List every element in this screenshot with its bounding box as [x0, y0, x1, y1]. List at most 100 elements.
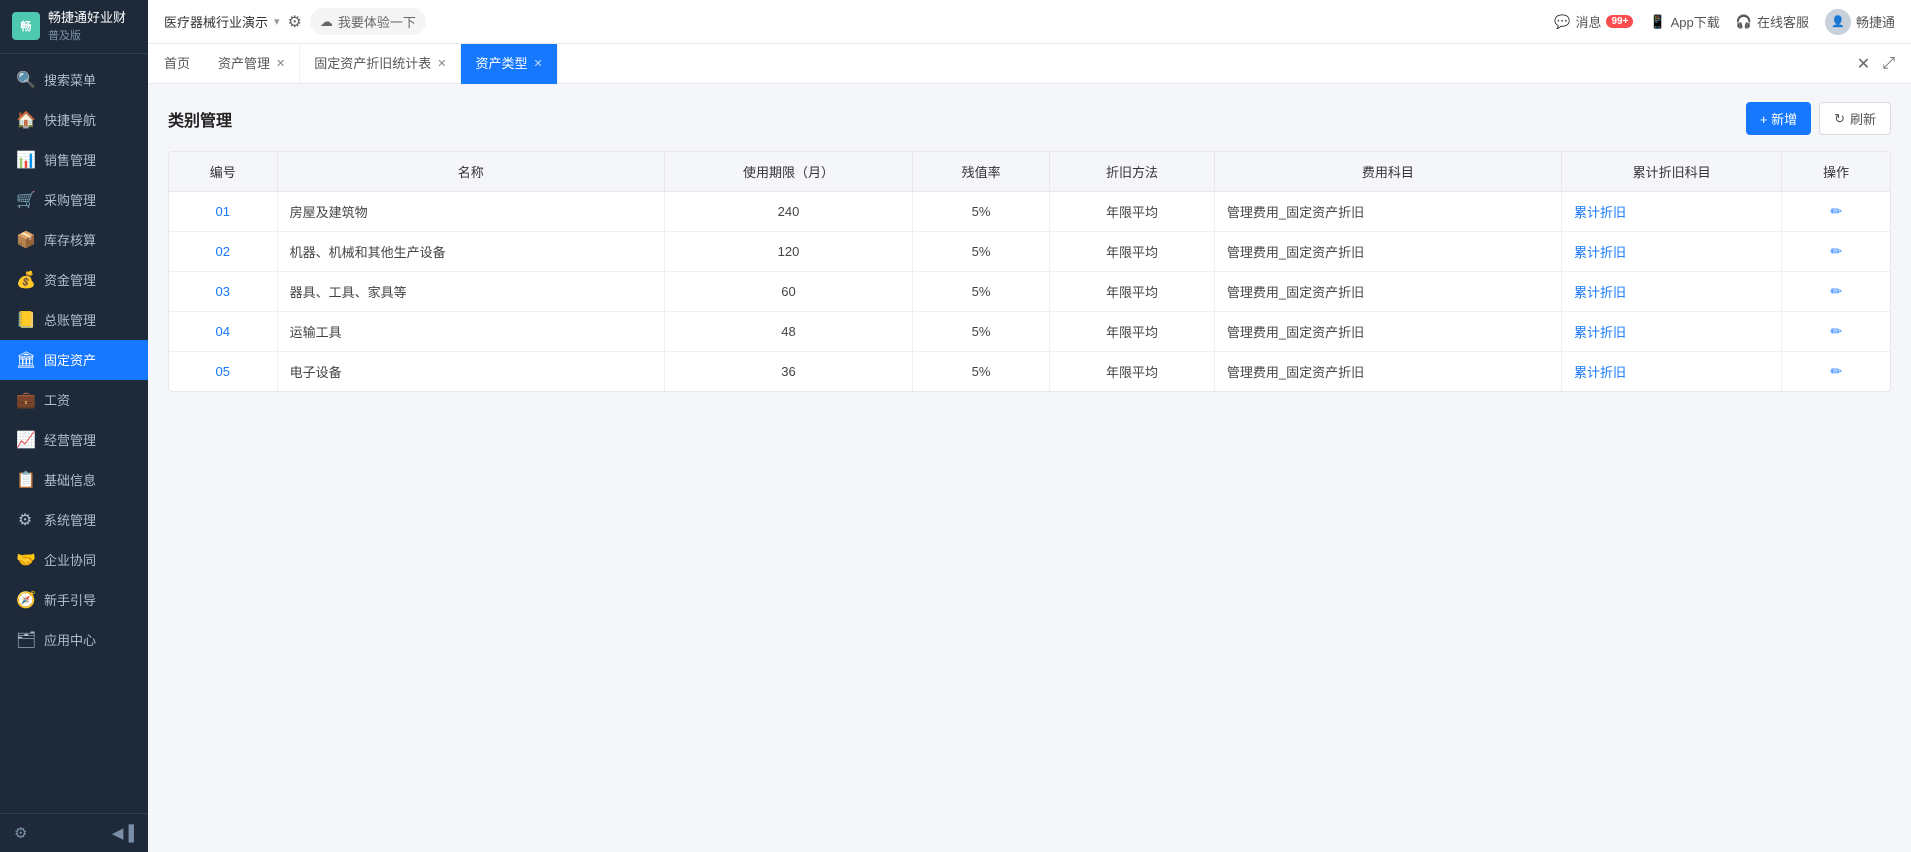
tab-close-all-icon[interactable]: ✕: [1857, 54, 1870, 74]
topbar-left: 医疗器械行业演示 ▾ ⚙ ☁ 我要体验一下: [164, 8, 1542, 35]
cell-period: 240: [664, 192, 912, 232]
edit-icon[interactable]: ✏: [1830, 243, 1842, 259]
sidebar-item-label: 基础信息: [44, 470, 96, 489]
settings-icon[interactable]: ⚙: [14, 824, 27, 842]
company-selector[interactable]: 医疗器械行业演示 ▾: [164, 12, 280, 31]
cell-expense: 管理费用_固定资产折旧: [1214, 312, 1561, 352]
user-menu[interactable]: 👤 畅捷通: [1825, 9, 1895, 35]
cell-action: ✏: [1782, 272, 1890, 312]
cloud-icon: ☁: [320, 14, 333, 30]
system-icon: ⚙: [16, 510, 34, 530]
sidebar-item-label: 经营管理: [44, 430, 96, 449]
cell-id: 03: [169, 272, 277, 312]
message-btn[interactable]: 💬 消息 99+: [1554, 12, 1633, 31]
app-logo: 畅: [12, 12, 40, 40]
sidebar-item-basic-info[interactable]: 📋 基础信息: [0, 460, 148, 500]
cell-id: 02: [169, 232, 277, 272]
topbar-right: 💬 消息 99+ 📱 App下载 🎧 在线客服 👤 畅捷通: [1554, 9, 1895, 35]
sidebar-item-salary[interactable]: 💼工资: [0, 380, 148, 420]
edit-icon[interactable]: ✏: [1830, 283, 1842, 299]
sidebar-header: 畅 畅捷通好业财 普及版: [0, 0, 148, 54]
sidebar-item-search[interactable]: 🔍搜索菜单: [0, 60, 148, 100]
tabs-right-actions: ✕ ⤢: [1857, 54, 1911, 74]
cell-id: 01: [169, 192, 277, 232]
main-area: 医疗器械行业演示 ▾ ⚙ ☁ 我要体验一下 💬 消息 99+ 📱 App下载: [148, 0, 1911, 852]
sidebar-item-label: 销售管理: [44, 150, 96, 169]
edit-icon[interactable]: ✏: [1830, 363, 1842, 379]
tab-asset-mgmt-close[interactable]: ✕: [276, 44, 285, 84]
tab-asset-type-label: 资产类型: [475, 44, 527, 84]
company-name: 医疗器械行业演示: [164, 12, 268, 31]
table-row: 03 器具、工具、家具等 60 5% 年限平均 管理费用_固定资产折旧 累计折旧…: [169, 272, 1890, 312]
search-icon: 🔍: [16, 70, 34, 90]
sidebar-item-quick-nav[interactable]: 🏠快捷导航: [0, 100, 148, 140]
collapse-icon[interactable]: ◀▐: [112, 824, 134, 842]
cell-name: 机器、机械和其他生产设备: [277, 232, 664, 272]
tab-maximize-icon[interactable]: ⤢: [1882, 55, 1895, 73]
refresh-label: 刷新: [1850, 109, 1876, 128]
tab-asset-type[interactable]: 资产类型 ✕: [461, 44, 557, 84]
sidebar-item-label: 企业协同: [44, 550, 96, 569]
operations-icon: 📈: [16, 430, 34, 450]
edit-icon[interactable]: ✏: [1830, 203, 1842, 219]
app-download-btn[interactable]: 📱 App下载: [1649, 12, 1719, 31]
sidebar-item-guide[interactable]: 🧭新手引导: [0, 580, 148, 620]
cell-residual: 5%: [913, 192, 1050, 232]
sidebar-item-ledger[interactable]: 📒总账管理: [0, 300, 148, 340]
sidebar-item-operations[interactable]: 📈 经营管理: [0, 420, 148, 460]
cell-method: 年限平均: [1050, 312, 1215, 352]
tab-asset-mgmt[interactable]: 资产管理 ✕: [204, 44, 300, 84]
sidebar-item-enterprise[interactable]: 🤝 企业协同: [0, 540, 148, 580]
sidebar-item-capital[interactable]: 💰资金管理: [0, 260, 148, 300]
cell-period: 36: [664, 352, 912, 392]
app-edition: 普及版: [48, 27, 126, 43]
tab-depreciation-close[interactable]: ✕: [437, 44, 446, 84]
refresh-button[interactable]: ↻ 刷新: [1819, 102, 1891, 135]
cell-name: 器具、工具、家具等: [277, 272, 664, 312]
cell-id: 04: [169, 312, 277, 352]
tab-asset-mgmt-label: 资产管理: [218, 44, 270, 84]
edit-icon[interactable]: ✏: [1830, 323, 1842, 339]
topbar-settings-icon[interactable]: ⚙: [288, 12, 302, 32]
sidebar-item-label: 资金管理: [44, 270, 96, 289]
purchase-icon: 🛒: [16, 190, 34, 210]
enterprise-icon: 🤝: [16, 550, 34, 570]
cell-id: 05: [169, 352, 277, 392]
ledger-icon: 📒: [16, 310, 34, 330]
sidebar-item-label: 工资: [44, 390, 70, 409]
cell-accum: 累计折旧: [1561, 232, 1781, 272]
sidebar-item-purchase[interactable]: 🛒 采购管理: [0, 180, 148, 220]
experience-btn[interactable]: ☁ 我要体验一下: [310, 8, 426, 35]
topbar: 医疗器械行业演示 ▾ ⚙ ☁ 我要体验一下 💬 消息 99+ 📱 App下载: [148, 0, 1911, 44]
tab-home[interactable]: 首页: [164, 44, 204, 84]
table-container: 编号 名称 使用期限（月） 残值率 折旧方法 费用科目 累计折旧科目 操作 01…: [168, 151, 1891, 392]
sidebar-item-sales[interactable]: 📊销售管理: [0, 140, 148, 180]
table-row: 05 电子设备 36 5% 年限平均 管理费用_固定资产折旧 累计折旧 ✏: [169, 352, 1890, 392]
col-period: 使用期限（月）: [664, 152, 912, 192]
refresh-icon: ↻: [1834, 111, 1845, 127]
cell-name: 运输工具: [277, 312, 664, 352]
message-label: 消息: [1575, 12, 1601, 31]
tab-home-label: 首页: [164, 44, 190, 84]
tab-asset-type-close[interactable]: ✕: [534, 44, 543, 84]
mobile-icon: 📱: [1649, 14, 1665, 30]
cell-action: ✏: [1782, 312, 1890, 352]
sidebar-item-fixed-assets[interactable]: 🏛固定资产: [0, 340, 148, 380]
customer-service-btn[interactable]: 🎧 在线客服: [1736, 12, 1809, 31]
sidebar-item-inventory[interactable]: 📦库存核算: [0, 220, 148, 260]
basic-info-icon: 📋: [16, 470, 34, 490]
sidebar-item-app-center[interactable]: 🗂应用中心: [0, 620, 148, 660]
table-row: 01 房屋及建筑物 240 5% 年限平均 管理费用_固定资产折旧 累计折旧 ✏: [169, 192, 1890, 232]
tab-depreciation[interactable]: 固定资产折旧统计表 ✕: [300, 44, 461, 84]
col-id: 编号: [169, 152, 277, 192]
company-arrow-icon: ▾: [274, 15, 280, 28]
cell-accum: 累计折旧: [1561, 352, 1781, 392]
cell-residual: 5%: [913, 352, 1050, 392]
sidebar-item-label: 快捷导航: [44, 110, 96, 129]
new-button[interactable]: + 新增: [1746, 102, 1811, 135]
avatar: 👤: [1825, 9, 1851, 35]
sidebar-item-label: 采购管理: [44, 190, 96, 209]
sidebar-item-system[interactable]: ⚙系统管理: [0, 500, 148, 540]
app-download-label: App下载: [1671, 12, 1720, 31]
tabs-bar: 首页 资产管理 ✕ 固定资产折旧统计表 ✕ 资产类型 ✕ ✕ ⤢: [148, 44, 1911, 84]
